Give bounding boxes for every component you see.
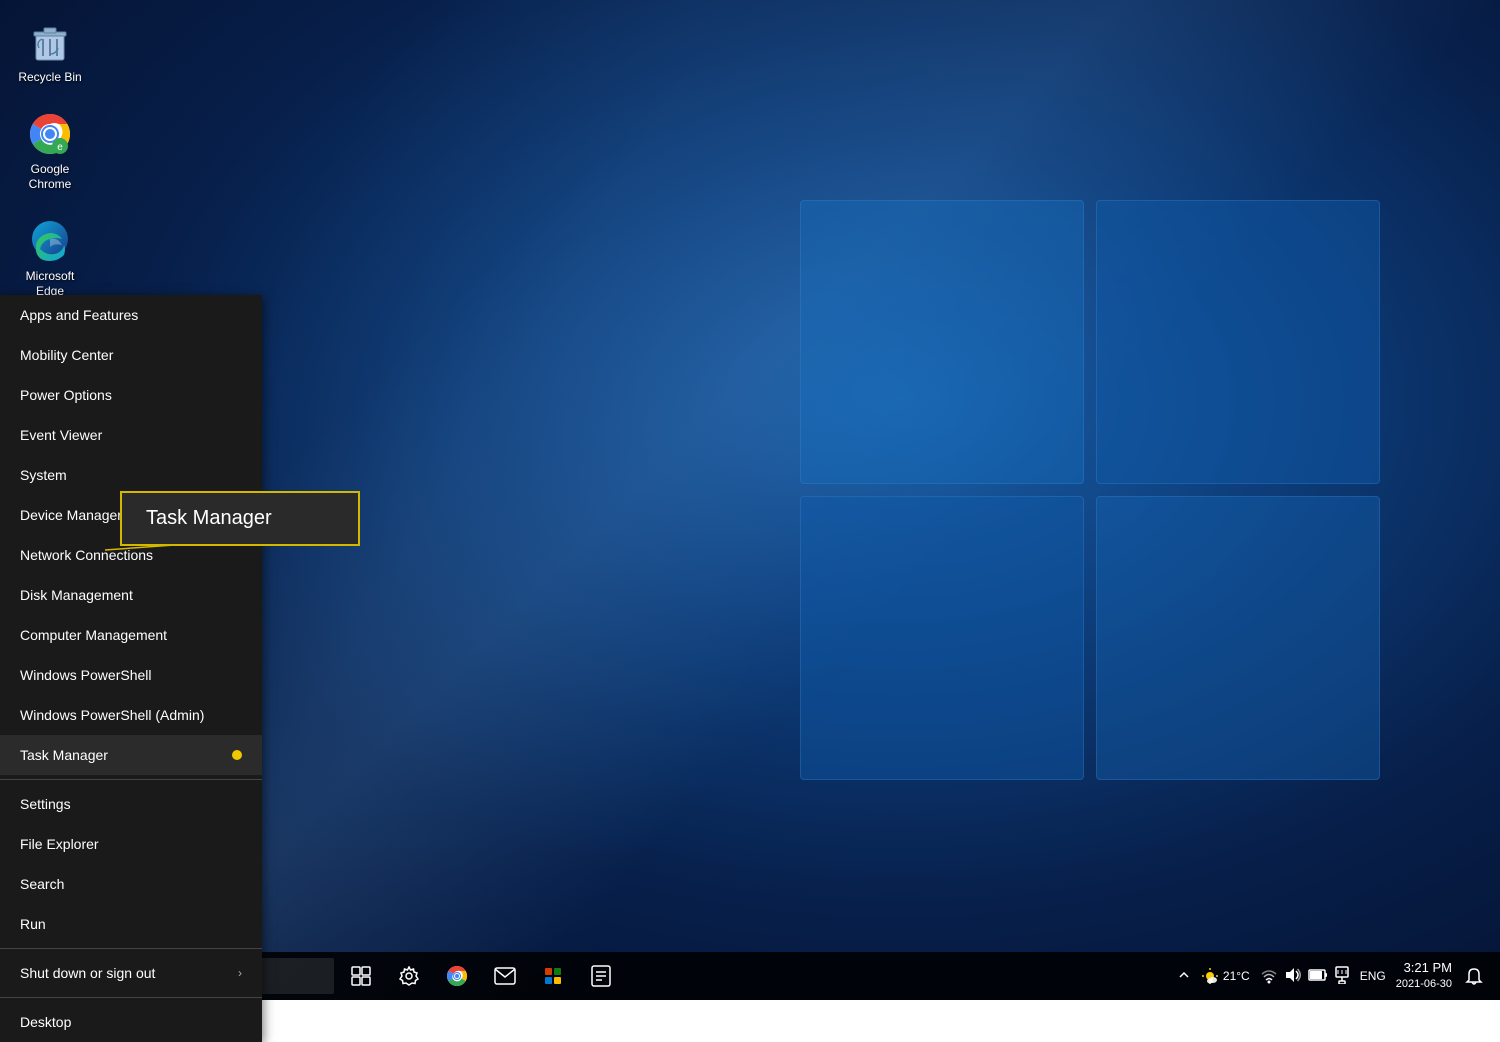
chrome-svg: e: [28, 112, 72, 156]
menu-divider-1: [0, 779, 262, 780]
menu-item-shut-down[interactable]: Shut down or sign out ›: [0, 953, 262, 993]
menu-item-file-explorer[interactable]: File Explorer: [0, 824, 262, 864]
mail-icon: [494, 967, 516, 985]
menu-item-desktop[interactable]: Desktop: [0, 1002, 262, 1042]
notification-bell-icon: [1465, 966, 1483, 986]
microsoft-edge-label: Microsoft Edge: [14, 269, 86, 298]
menu-item-task-manager[interactable]: Task Manager: [0, 735, 262, 775]
menu-item-power-options[interactable]: Power Options: [0, 375, 262, 415]
show-hidden-icons-button[interactable]: [1177, 965, 1191, 987]
task-view-button[interactable]: [338, 952, 384, 1000]
logo-pane-2: [1096, 200, 1380, 484]
menu-divider-2: [0, 948, 262, 949]
notes-icon: [591, 965, 611, 987]
menu-item-windows-powershell-admin[interactable]: Windows PowerShell (Admin): [0, 695, 262, 735]
menu-item-computer-management[interactable]: Computer Management: [0, 615, 262, 655]
language-button[interactable]: ENG: [1356, 969, 1390, 983]
menu-item-apps-features[interactable]: Apps and Features: [0, 295, 262, 335]
windows-logo-decoration: [800, 200, 1380, 780]
network-cable-icon: [1334, 966, 1350, 984]
desktop: Recycle Bin e: [0, 0, 1500, 1000]
language-label: ENG: [1360, 969, 1386, 983]
microsoft-edge-icon[interactable]: Microsoft Edge: [10, 209, 90, 306]
menu-item-system[interactable]: System: [0, 455, 262, 495]
battery-icon: [1308, 968, 1328, 982]
gear-icon: [399, 966, 419, 986]
edge-svg: [28, 219, 72, 263]
chrome-taskbar-icon: [446, 965, 468, 987]
task-manager-tooltip-text: Task Manager: [146, 507, 272, 529]
context-menu: Apps and Features Mobility Center Power …: [0, 295, 262, 1042]
weather-widget[interactable]: 21°C: [1197, 967, 1254, 985]
menu-item-windows-powershell[interactable]: Windows PowerShell: [0, 655, 262, 695]
task-view-icon: [351, 966, 371, 986]
battery-icon-button[interactable]: [1308, 968, 1328, 985]
task-manager-tooltip: Task Manager: [120, 491, 360, 546]
weather-temp: 21°C: [1223, 969, 1250, 983]
task-manager-dot: [232, 750, 242, 760]
logo-pane-3: [800, 496, 1084, 780]
logo-pane-1: [800, 200, 1084, 484]
recycle-bin-svg: [28, 20, 72, 64]
chevron-up-icon: [1179, 970, 1189, 980]
chrome-taskbar-button[interactable]: [434, 952, 480, 1000]
google-chrome-image: e: [26, 110, 74, 158]
shut-down-arrow: ›: [238, 966, 242, 980]
taskbar-app-icons: [338, 952, 624, 1000]
office-taskbar-button[interactable]: [530, 952, 576, 1000]
menu-item-mobility-center[interactable]: Mobility Center: [0, 335, 262, 375]
recycle-bin-icon[interactable]: Recycle Bin: [10, 10, 90, 92]
settings-taskbar-button[interactable]: [386, 952, 432, 1000]
weather-icon: [1201, 967, 1219, 985]
microsoft-edge-image: [26, 217, 74, 265]
google-chrome-label: Google Chrome: [14, 162, 86, 191]
volume-icon: [1284, 966, 1302, 984]
recycle-bin-label: Recycle Bin: [18, 70, 81, 84]
network-cable-button[interactable]: [1334, 966, 1350, 987]
google-chrome-icon[interactable]: e Google Chrome: [10, 102, 90, 199]
logo-pane-4: [1096, 496, 1380, 780]
network-icon-button[interactable]: [1260, 966, 1278, 987]
wifi-icon: [1260, 966, 1278, 984]
menu-item-settings[interactable]: Settings: [0, 784, 262, 824]
office-icon: [542, 965, 564, 987]
menu-item-event-viewer[interactable]: Event Viewer: [0, 415, 262, 455]
clock-date: 2021-06-30: [1396, 977, 1452, 992]
recycle-bin-image: [26, 18, 74, 66]
clock-time: 3:21 PM: [1396, 959, 1452, 977]
menu-item-run[interactable]: Run: [0, 904, 262, 944]
volume-icon-button[interactable]: [1284, 966, 1302, 987]
clock-widget[interactable]: 3:21 PM 2021-06-30: [1396, 959, 1452, 993]
notification-button[interactable]: [1458, 952, 1490, 1000]
taskbar-system-tray: 21°C: [1177, 952, 1500, 1000]
mail-taskbar-button[interactable]: [482, 952, 528, 1000]
notes-taskbar-button[interactable]: [578, 952, 624, 1000]
svg-text:e: e: [57, 142, 63, 153]
desktop-icons: Recycle Bin e: [10, 10, 90, 306]
menu-item-disk-management[interactable]: Disk Management: [0, 575, 262, 615]
menu-divider-3: [0, 997, 262, 998]
menu-item-search[interactable]: Search: [0, 864, 262, 904]
